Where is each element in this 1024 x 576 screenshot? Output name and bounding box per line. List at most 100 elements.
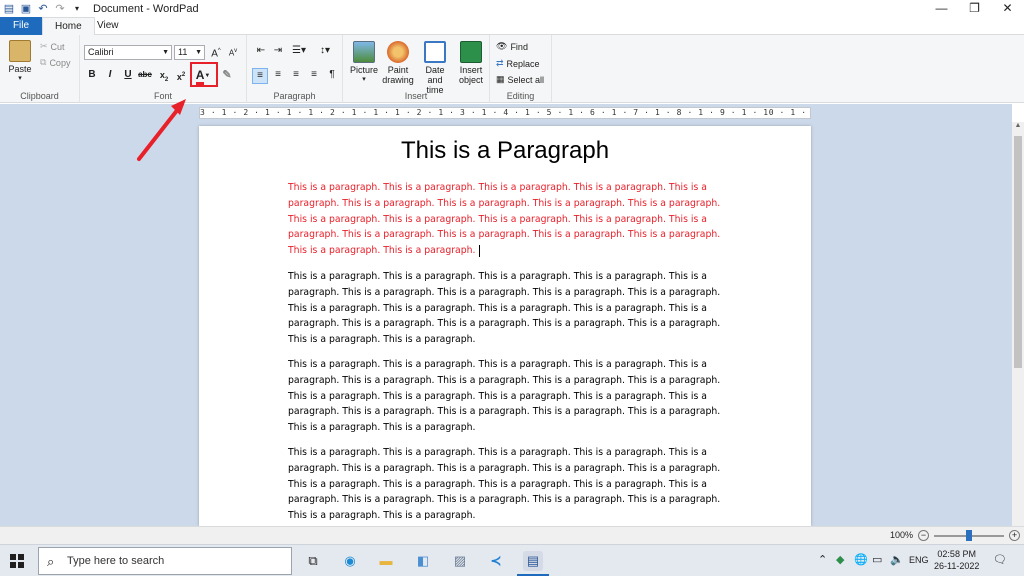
undo-icon[interactable]: ↶ bbox=[37, 3, 49, 15]
select-all-icon: ▦ bbox=[496, 74, 505, 84]
chevron-down-icon: ▼ bbox=[195, 49, 202, 56]
search-icon: ⌕ bbox=[47, 554, 55, 569]
cut-button[interactable]: ✂ Cut bbox=[40, 41, 65, 52]
vscode-icon[interactable]: ≺ bbox=[486, 551, 506, 571]
insert-object-label-2: object bbox=[458, 75, 484, 85]
select-all-button[interactable]: ▦ Select all bbox=[496, 74, 544, 85]
font-family-select[interactable]: Calibri ▼ bbox=[84, 45, 172, 60]
task-view-icon[interactable]: ⧉ bbox=[303, 551, 323, 571]
font-size-select[interactable]: 11 ▼ bbox=[174, 45, 205, 60]
search-placeholder: Type here to search bbox=[67, 555, 165, 567]
line-spacing-icon[interactable]: ↕▾ bbox=[315, 44, 335, 58]
vertical-scrollbar[interactable]: ▲ bbox=[1012, 122, 1024, 526]
taskbar-search[interactable]: ⌕ Type here to search bbox=[38, 547, 292, 575]
paragraph: This is a paragraph. This is a paragraph… bbox=[288, 447, 721, 522]
paste-button[interactable]: Paste ▾ bbox=[6, 40, 34, 84]
paint-label-1: Paint bbox=[387, 65, 409, 75]
font-family-value: Calibri bbox=[88, 47, 114, 57]
tab-view[interactable]: View bbox=[85, 17, 131, 35]
paragraph-settings-icon[interactable]: ¶ bbox=[324, 68, 340, 82]
align-left-icon[interactable]: ≡ bbox=[252, 68, 268, 84]
bullet-list-icon[interactable]: ☰▾ bbox=[289, 44, 309, 58]
picture-label: Picture bbox=[349, 65, 378, 75]
zoom-slider-thumb[interactable] bbox=[966, 530, 972, 541]
subscript-button[interactable]: x2 bbox=[156, 68, 172, 87]
font-group-label: Font bbox=[153, 91, 172, 101]
paint-drawing-button[interactable]: Paint drawing bbox=[382, 41, 414, 85]
picture-icon bbox=[353, 41, 375, 63]
tab-file[interactable]: File bbox=[0, 17, 42, 35]
editing-group-label: Editing bbox=[506, 91, 535, 101]
highlight-color-button[interactable]: ✎ bbox=[218, 68, 236, 82]
calendar-icon bbox=[424, 41, 446, 63]
restore-button[interactable]: ❐ bbox=[958, 0, 991, 17]
paste-label: Paste bbox=[8, 64, 32, 74]
language-indicator[interactable]: ENG bbox=[909, 555, 929, 565]
redo-icon[interactable]: ↷ bbox=[54, 3, 66, 15]
superscript-button[interactable]: x2 bbox=[173, 68, 189, 84]
copy-icon: ⧉ bbox=[40, 57, 47, 67]
insert-object-button[interactable]: Insert object bbox=[455, 41, 487, 85]
document-page[interactable]: This is a Paragraph This is a paragraph.… bbox=[199, 126, 811, 526]
paragraph-group: ⇤ ⇥ ☰▾ ↕▾ ≡ ≡ ≡ ≡ ¶ Paragraph bbox=[247, 35, 343, 103]
decrease-indent-icon[interactable]: ⇤ bbox=[253, 44, 269, 58]
grow-font-icon[interactable]: A^ bbox=[208, 44, 224, 61]
paragraph: This is a paragraph. This is a paragraph… bbox=[288, 271, 721, 346]
scrollbar-thumb[interactable] bbox=[1014, 136, 1022, 368]
title-bar: ▤ ▣ ↶ ↷ ▾ Document - WordPad — ❐ ✕ bbox=[0, 0, 1024, 17]
align-center-icon[interactable]: ≡ bbox=[270, 68, 286, 82]
align-right-icon[interactable]: ≡ bbox=[288, 68, 304, 82]
zoom-in-button[interactable]: + bbox=[1009, 530, 1020, 541]
font-size-value: 11 bbox=[178, 47, 188, 57]
scissors-icon: ✂ bbox=[40, 41, 48, 51]
save-icon[interactable]: ▣ bbox=[20, 3, 32, 15]
picture-button[interactable]: Picture ▾ bbox=[348, 41, 380, 85]
volume-icon[interactable]: 🔈 bbox=[890, 553, 904, 566]
paragraph: This is a paragraph. This is a paragraph… bbox=[288, 359, 721, 434]
ribbon-tabs: File Home View bbox=[0, 17, 1024, 36]
replace-label: Replace bbox=[506, 58, 540, 69]
chevron-down-icon: ▾ bbox=[362, 76, 366, 83]
close-button[interactable]: ✕ bbox=[991, 0, 1024, 17]
replace-icon: ⇄ bbox=[496, 58, 504, 68]
paragraph-red: This is a paragraph. This is a paragraph… bbox=[288, 180, 724, 259]
battery-icon[interactable]: ▭ bbox=[872, 553, 882, 566]
highlighter-icon: ✎ bbox=[222, 69, 232, 81]
bold-button[interactable]: B bbox=[84, 68, 100, 82]
wordpad-taskbar-icon[interactable]: ▤ bbox=[523, 551, 543, 571]
underline-button[interactable]: U bbox=[120, 68, 136, 82]
text-cursor bbox=[478, 244, 480, 257]
select-all-label: Select all bbox=[507, 74, 545, 85]
paste-icon bbox=[9, 40, 31, 62]
find-label: Find bbox=[510, 41, 528, 52]
taskbar-clock[interactable]: 02:58 PM 26-11-2022 bbox=[934, 548, 979, 572]
edge-icon[interactable]: ◉ bbox=[340, 551, 360, 571]
clock-time: 02:58 PM bbox=[937, 549, 976, 559]
app-icon[interactable]: ◧ bbox=[413, 551, 433, 571]
zoom-out-button[interactable]: − bbox=[918, 530, 929, 541]
italic-button[interactable]: I bbox=[102, 68, 118, 82]
photos-icon[interactable]: ▨ bbox=[450, 551, 470, 571]
scroll-up-icon[interactable]: ▲ bbox=[1012, 122, 1024, 134]
network-icon[interactable]: 🌐 bbox=[854, 553, 868, 566]
file-explorer-icon[interactable]: ▬ bbox=[376, 551, 396, 571]
justify-icon[interactable]: ≡ bbox=[306, 68, 322, 82]
object-icon bbox=[460, 41, 482, 63]
wordpad-app-icon: ▤ bbox=[3, 2, 15, 15]
date-time-button[interactable]: Date and time bbox=[417, 41, 453, 95]
minimize-button[interactable]: — bbox=[925, 0, 958, 17]
strikethrough-button[interactable]: abc bbox=[137, 68, 153, 82]
shrink-font-icon[interactable]: Av bbox=[225, 44, 241, 61]
ruler[interactable]: 3 · 1 · 2 · 1 · 1 · 1 · 2 · 1 · 1 · 1 · … bbox=[199, 107, 811, 119]
find-button[interactable]: 👁 Find bbox=[496, 41, 528, 52]
show-hidden-icons[interactable]: ⌃ bbox=[818, 553, 827, 566]
increase-indent-icon[interactable]: ⇥ bbox=[270, 44, 286, 58]
customize-quick-access-icon[interactable]: ▾ bbox=[71, 3, 83, 15]
start-button[interactable] bbox=[10, 554, 24, 568]
tray-app-icon[interactable]: ◆ bbox=[836, 553, 844, 566]
replace-button[interactable]: ⇄ Replace bbox=[496, 58, 540, 69]
ruler-area: 3 · 1 · 2 · 1 · 1 · 1 · 2 · 1 · 1 · 1 · … bbox=[0, 104, 1012, 122]
copy-button[interactable]: ⧉ Copy bbox=[40, 57, 70, 68]
insert-group-label: Insert bbox=[404, 91, 428, 101]
notifications-icon[interactable]: 🗨 bbox=[993, 553, 1007, 566]
